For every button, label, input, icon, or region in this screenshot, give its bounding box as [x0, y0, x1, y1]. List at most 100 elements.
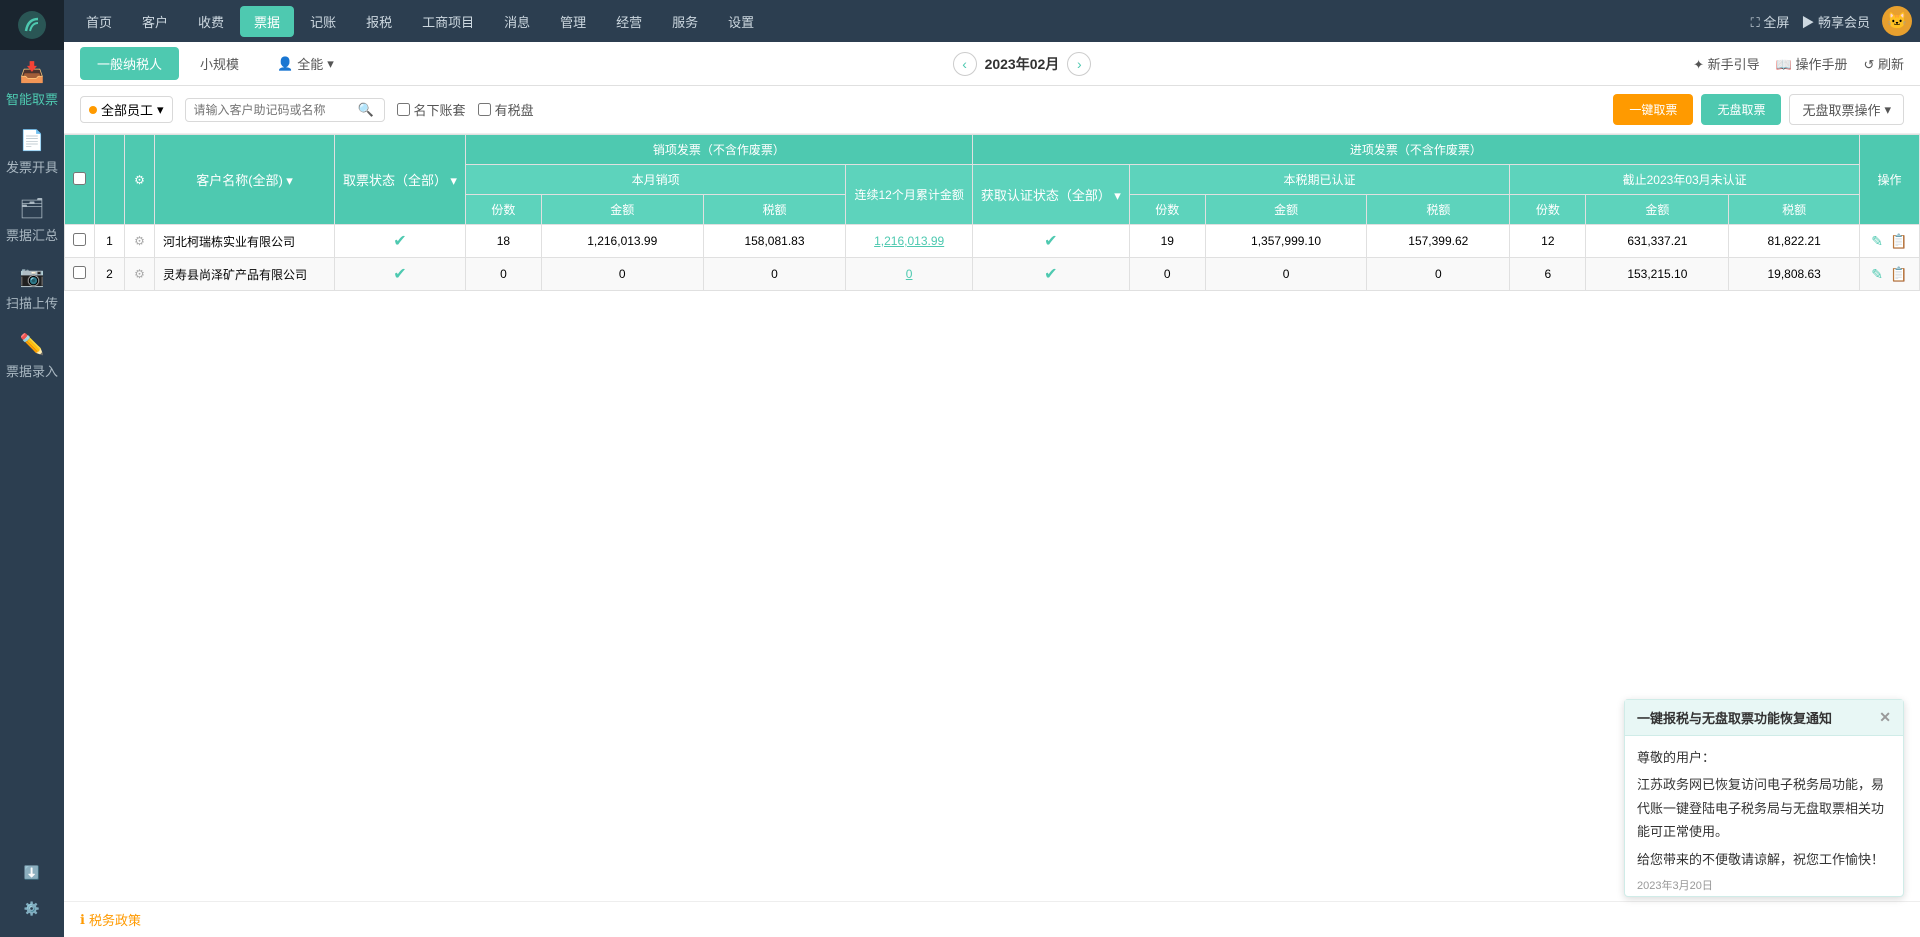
notification-line-0: 尊敬的用户：	[1637, 746, 1891, 769]
edit-icon[interactable]: ✎	[1871, 233, 1883, 249]
view-icon[interactable]: 📋	[1890, 266, 1907, 282]
table-row: 2 ⚙ 灵寿县尚泽矿产品有限公司 ✔ 0 0 0 0 ✔ 0 0 0 6 153…	[65, 258, 1920, 291]
user-avatar[interactable]: 🐱	[1882, 6, 1912, 36]
row-purchase-amount: 1,357,999.10	[1205, 225, 1367, 258]
nav-home[interactable]: 首页	[72, 6, 126, 37]
nav-industrial[interactable]: 工商项目	[408, 6, 488, 37]
next-month-button[interactable]: ›	[1067, 52, 1091, 76]
th-sales-tax: 税额	[703, 195, 846, 225]
nav-bookkeeping[interactable]: 记账	[296, 6, 350, 37]
notification-popup: 一键报税与无盘取票功能恢复通知 ✕ 尊敬的用户： 江苏政务网已恢复访问电子税务局…	[1624, 699, 1904, 897]
nav-operation[interactable]: 经营	[602, 6, 656, 37]
notification-line-1: 江苏政务网已恢复访问电子税务局功能，易代账一键登陆电子税务局与无盘取票相关功能可…	[1637, 773, 1891, 843]
topnav-right: ⛶ 全屏 ▶ 畅享会员 🐱	[1751, 6, 1912, 36]
sidebar-item-smart-fetch[interactable]: 📥 智能取票	[0, 50, 64, 118]
th-index	[95, 135, 125, 225]
nav-customer[interactable]: 客户	[128, 6, 182, 37]
nav-service[interactable]: 服务	[658, 6, 712, 37]
search-input[interactable]	[194, 103, 354, 117]
notification-header: 一键报税与无盘取票功能恢复通知 ✕	[1625, 700, 1903, 736]
vip-button[interactable]: ▶ 畅享会员	[1801, 12, 1870, 31]
th-cert-status: 获取认证状态（全部） ▾	[972, 165, 1129, 225]
row-checkbox[interactable]	[65, 225, 95, 258]
nav-message[interactable]: 消息	[490, 6, 544, 37]
th-settings: ⚙	[125, 135, 155, 225]
prev-month-button[interactable]: ‹	[953, 52, 977, 76]
nav-invoice[interactable]: 票据	[240, 6, 294, 37]
row-fetch-status: ✔	[335, 225, 466, 258]
cert-filter-icon[interactable]: ▾	[1114, 188, 1121, 203]
th-purchase-deadline-group: 截止2023年03月未认证	[1510, 165, 1860, 195]
tab-all[interactable]: 👤 全能 ▾	[260, 47, 351, 80]
row-sales-amount: 0	[541, 258, 703, 291]
row-uncert-amount: 153,215.10	[1586, 258, 1729, 291]
fetch-filter-icon[interactable]: ▾	[450, 173, 457, 188]
fullscreen-button[interactable]: ⛶ 全屏	[1751, 12, 1790, 31]
invoice-summary-icon: 🗂	[19, 196, 44, 221]
row-uncert-amount: 631,337.21	[1586, 225, 1729, 258]
current-month: 2023年02月	[985, 54, 1060, 74]
nav-tax[interactable]: 报税	[352, 6, 406, 37]
bottom-bar: ℹ 税务政策	[64, 901, 1920, 937]
sidebar-item-invoice-summary[interactable]: 🗂 票据汇总	[0, 186, 64, 254]
info-icon: ℹ	[80, 912, 85, 928]
no-disk-ops-button[interactable]: 无盘取票操作 ▾	[1789, 94, 1904, 125]
sidebar-item-download[interactable]: ⬇️	[0, 855, 64, 891]
refresh-link[interactable]: ↺ 刷新	[1863, 54, 1904, 73]
sidebar-item-settings[interactable]: ⚙️	[0, 891, 64, 927]
row-uncert-pieces: 6	[1510, 258, 1586, 291]
notification-close-button[interactable]: ✕	[1879, 709, 1891, 726]
search-box: 🔍	[185, 98, 385, 122]
sidebar-item-scan-upload[interactable]: 📷 扫描上传	[0, 254, 64, 322]
smart-fetch-icon: 📥	[20, 60, 45, 85]
one-click-fetch-button[interactable]: 一键取票	[1613, 94, 1693, 125]
row-fetch-status: ✔	[335, 258, 466, 291]
nav-settings[interactable]: 设置	[714, 6, 768, 37]
th-operation: 操作	[1860, 135, 1920, 225]
sidebar-item-invoice-open[interactable]: 📄 发票开具	[0, 118, 64, 186]
notification-scroll[interactable]: 尊敬的用户： 江苏政务网已恢复访问电子税务局功能，易代账一键登陆电子税务局与无盘…	[1625, 736, 1903, 896]
tab-small[interactable]: 小规模	[183, 47, 256, 80]
nav-billing[interactable]: 收费	[184, 6, 238, 37]
th-purchase-tax: 税额	[1367, 195, 1510, 225]
row-purchase-pieces: 19	[1129, 225, 1205, 258]
download-icon: ⬇️	[24, 865, 40, 881]
row-settings[interactable]: ⚙	[125, 258, 155, 291]
has-tax-disk-filter[interactable]: 有税盘	[478, 100, 534, 119]
row-cert-status: ✔	[972, 258, 1129, 291]
filter-icon[interactable]: ▾	[286, 173, 293, 188]
has-tax-disk-checkbox[interactable]	[478, 103, 491, 116]
tab-general[interactable]: 一般纳税人	[80, 47, 179, 80]
row-sales-pieces: 18	[465, 225, 541, 258]
nav-management[interactable]: 管理	[546, 6, 600, 37]
row-sales-tax: 158,081.83	[703, 225, 846, 258]
edit-icon[interactable]: ✎	[1871, 266, 1883, 282]
new-guide-link[interactable]: ✦ 新手引导	[1693, 54, 1760, 73]
row-sales-cumulative[interactable]: 1,216,013.99	[846, 225, 972, 258]
row-checkbox[interactable]	[65, 258, 95, 291]
row-uncert-tax: 81,822.21	[1729, 225, 1860, 258]
month-navigation: ‹ 2023年02月 ›	[953, 52, 1092, 76]
th-sales-cumulative: 连续12个月累计金额	[846, 165, 972, 225]
invoice-table: ⚙ 客户名称(全部) ▾ 取票状态（全部） ▾ 销项发票（不含作废票） 进项发票…	[64, 134, 1920, 291]
row-customer: 河北柯瑞栋实业有限公司	[155, 225, 335, 258]
row-sales-cumulative[interactable]: 0	[846, 258, 972, 291]
th-fetch-status: 取票状态（全部） ▾	[335, 135, 466, 225]
row-uncert-tax: 19,808.63	[1729, 258, 1860, 291]
select-all-checkbox[interactable]	[73, 172, 86, 185]
employee-select[interactable]: 全部员工 ▾	[80, 96, 173, 123]
search-icon[interactable]: 🔍	[358, 102, 374, 118]
sidebar-item-data-entry[interactable]: ✏️ 票据录入	[0, 322, 64, 390]
sidebar-logo	[0, 0, 64, 50]
no-disk-fetch-button[interactable]: 无盘取票	[1701, 94, 1781, 125]
row-purchase-tax: 157,399.62	[1367, 225, 1510, 258]
view-icon[interactable]: 📋	[1890, 233, 1907, 249]
filter-bar: 全部员工 ▾ 🔍 名下账套 有税盘 一键取票 无盘取票 无盘取票操作 ▾	[64, 86, 1920, 134]
manual-link[interactable]: 📖 操作手册	[1776, 54, 1848, 73]
sub-account-filter[interactable]: 名下账套	[397, 100, 466, 119]
th-sales-pieces: 份数	[465, 195, 541, 225]
sub-account-checkbox[interactable]	[397, 103, 410, 116]
row-settings[interactable]: ⚙	[125, 225, 155, 258]
dropdown-icon: ▾	[327, 56, 334, 72]
tax-policy-link[interactable]: ℹ 税务政策	[80, 910, 141, 929]
